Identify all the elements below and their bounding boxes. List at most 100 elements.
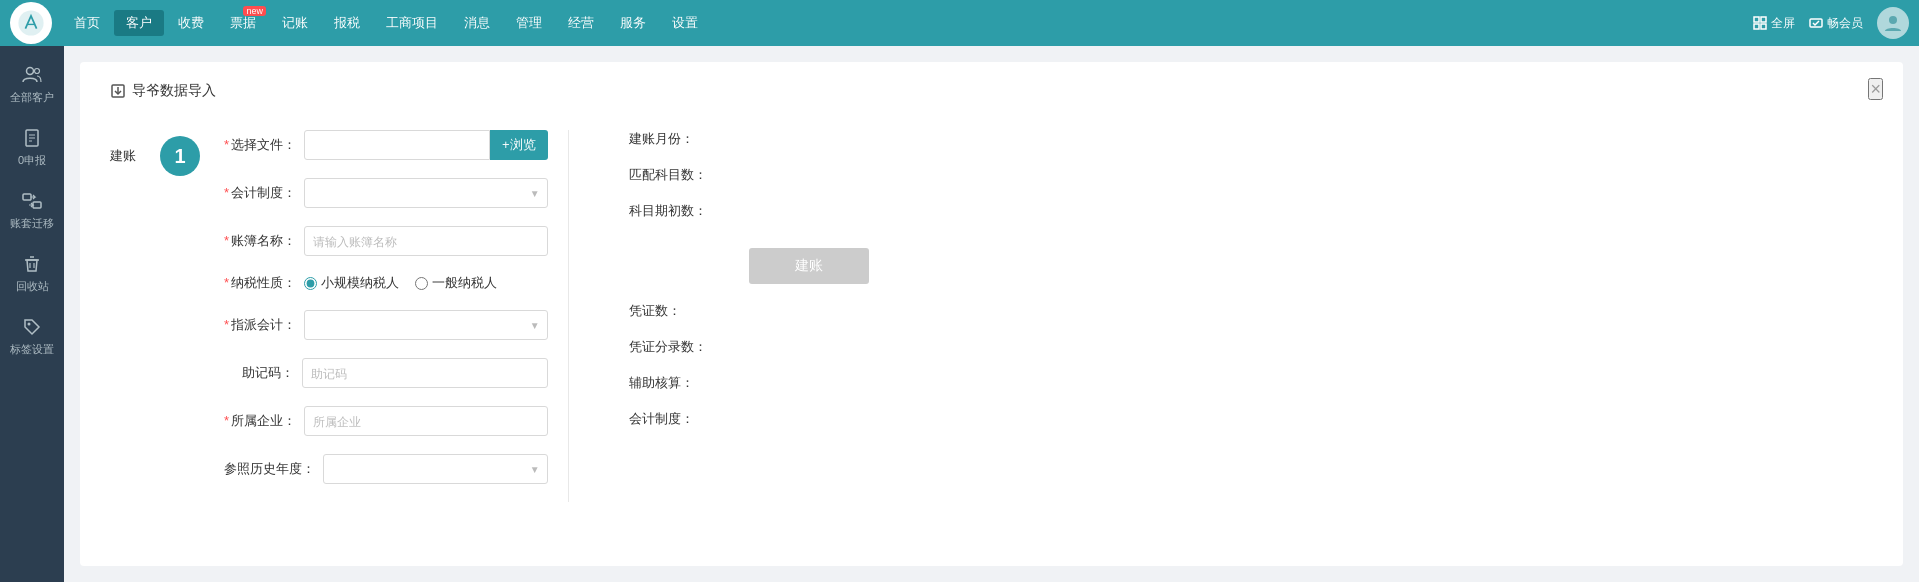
- file-row: *选择文件： +浏览: [224, 130, 548, 160]
- tax-small-label: 小规模纳税人: [321, 274, 399, 292]
- company-row: *所属企业：: [224, 406, 548, 436]
- tag-icon: [21, 316, 43, 338]
- user-avatar[interactable]: [1877, 7, 1909, 39]
- sidebar-item-recycle-bin[interactable]: 回收站: [4, 245, 60, 302]
- sidebar: 全部客户 0申报 账套迁移: [0, 46, 64, 582]
- top-nav: 首页 客户 收费 票据 new 记账 报税 工商项目 消息 管理 经营 服务 设…: [0, 0, 1919, 46]
- sidebar-label-zero-declaration: 0申报: [18, 153, 46, 168]
- memo-input[interactable]: [302, 358, 548, 388]
- accountant-select-wrap: ▼: [304, 310, 548, 340]
- nav-bookkeeping[interactable]: 记账: [270, 10, 320, 36]
- svg-rect-2: [1761, 24, 1766, 29]
- main-content: 导爷数据导入 × 建账 1 *选择文件：: [64, 46, 1919, 582]
- voucher-entries-label: 凭证分录数：: [629, 338, 719, 356]
- tax-type-label: *纳税性质：: [224, 274, 296, 292]
- layout: 全部客户 0申报 账套迁移: [0, 46, 1919, 582]
- nav-messages[interactable]: 消息: [452, 10, 502, 36]
- sidebar-item-account-migration[interactable]: 账套迁移: [4, 182, 60, 239]
- sidebar-label-account-migration: 账套迁移: [10, 216, 54, 231]
- ledger-name-label: *账簿名称：: [224, 232, 296, 250]
- auxiliary-row: 辅助核算：: [629, 374, 989, 392]
- company-input[interactable]: [304, 406, 548, 436]
- close-button[interactable]: ×: [1868, 78, 1883, 100]
- nav-home[interactable]: 首页: [62, 10, 112, 36]
- nav-tax[interactable]: 报税: [322, 10, 372, 36]
- tax-small-radio[interactable]: [304, 277, 317, 290]
- tax-type-row: *纳税性质： 小规模纳税人 一般纳税人: [224, 274, 548, 292]
- svg-rect-4: [1754, 24, 1759, 29]
- svg-rect-10: [23, 194, 31, 200]
- accountant-select[interactable]: [304, 310, 548, 340]
- right-panel: 建账月份： 匹配科目数： 科目期初数： 建账: [589, 130, 989, 502]
- history-year-select[interactable]: [323, 454, 548, 484]
- vouchers-label: 凭证数：: [629, 302, 719, 320]
- svg-point-6: [1889, 16, 1897, 24]
- memo-label: 助记码：: [224, 364, 294, 382]
- nav-fees[interactable]: 收费: [166, 10, 216, 36]
- trash-icon: [21, 253, 43, 275]
- initial-subjects-row: 科目期初数：: [629, 202, 989, 220]
- svg-rect-1: [1754, 17, 1759, 22]
- tax-general-radio[interactable]: [415, 277, 428, 290]
- sidebar-item-all-clients[interactable]: 全部客户: [4, 56, 60, 113]
- member-label: 畅会员: [1827, 15, 1863, 32]
- accounting-system-select-wrap: ▼: [304, 178, 548, 208]
- nav-items: 首页 客户 收费 票据 new 记账 报税 工商项目 消息 管理 经营 服务 设…: [62, 10, 1753, 36]
- ledger-name-input[interactable]: [304, 226, 548, 256]
- form-area: 建账 1 *选择文件： +浏览: [110, 130, 1873, 502]
- accountant-row: *指派会计： ▼: [224, 310, 548, 340]
- step-circle: 1: [160, 136, 200, 176]
- users-icon: [21, 64, 43, 86]
- card-header: 导爷数据导入: [110, 82, 1873, 100]
- initial-subjects-label: 科目期初数：: [629, 202, 719, 220]
- left-form: *选择文件： +浏览 *会计制度：: [224, 130, 548, 502]
- build-button[interactable]: 建账: [749, 248, 869, 284]
- file-input[interactable]: [304, 130, 490, 160]
- nav-clients[interactable]: 客户: [114, 10, 164, 36]
- nav-management[interactable]: 管理: [504, 10, 554, 36]
- build-month-label: 建账月份：: [629, 130, 719, 148]
- tax-small-scale[interactable]: 小规模纳税人: [304, 274, 399, 292]
- step-label: 建账: [110, 147, 136, 165]
- member-button[interactable]: 畅会员: [1809, 15, 1863, 32]
- browse-button[interactable]: +浏览: [490, 130, 548, 160]
- sidebar-label-all-clients: 全部客户: [10, 90, 54, 105]
- nav-settings[interactable]: 设置: [660, 10, 710, 36]
- vouchers-row: 凭证数：: [629, 302, 989, 320]
- auxiliary-label: 辅助核算：: [629, 374, 719, 392]
- voucher-entries-row: 凭证分录数：: [629, 338, 989, 356]
- required-star: *: [224, 137, 229, 152]
- memo-row: 助记码：: [224, 358, 548, 388]
- company-label: *所属企业：: [224, 412, 296, 430]
- accounting-system-select[interactable]: [304, 178, 548, 208]
- nav-bills[interactable]: 票据 new: [218, 10, 268, 36]
- sidebar-label-label-settings: 标签设置: [10, 342, 54, 357]
- accounting-system-label: *会计制度：: [224, 184, 296, 202]
- nav-operations[interactable]: 经营: [556, 10, 606, 36]
- logo[interactable]: [10, 2, 52, 44]
- sidebar-item-zero-declaration[interactable]: 0申报: [4, 119, 60, 176]
- match-subjects-row: 匹配科目数：: [629, 166, 989, 184]
- nav-business[interactable]: 工商项目: [374, 10, 450, 36]
- panel-divider: [568, 130, 569, 502]
- build-btn-wrap: 建账: [629, 248, 989, 284]
- accountant-label: *指派会计：: [224, 316, 296, 334]
- ledger-name-row: *账簿名称：: [224, 226, 548, 256]
- history-year-label: 参照历史年度：: [224, 460, 315, 478]
- svg-rect-3: [1761, 17, 1766, 22]
- tax-general-label: 一般纳税人: [432, 274, 497, 292]
- fullscreen-button[interactable]: 全屏: [1753, 15, 1795, 32]
- nav-services[interactable]: 服务: [608, 10, 658, 36]
- tax-type-radio-group: 小规模纳税人 一般纳税人: [304, 274, 497, 292]
- match-subjects-label: 匹配科目数：: [629, 166, 719, 184]
- accounting-system-row: *会计制度： ▼: [224, 178, 548, 208]
- accounting-system-right-label: 会计制度：: [629, 410, 719, 428]
- migrate-icon: [21, 190, 43, 212]
- accounting-system-right-row: 会计制度：: [629, 410, 989, 428]
- tax-general[interactable]: 一般纳税人: [415, 274, 497, 292]
- file-icon: [21, 127, 43, 149]
- svg-point-12: [28, 323, 31, 326]
- sidebar-item-label-settings[interactable]: 标签设置: [4, 308, 60, 365]
- step-section: 建账 1: [110, 130, 200, 176]
- card-title: 导爷数据导入: [132, 82, 216, 100]
